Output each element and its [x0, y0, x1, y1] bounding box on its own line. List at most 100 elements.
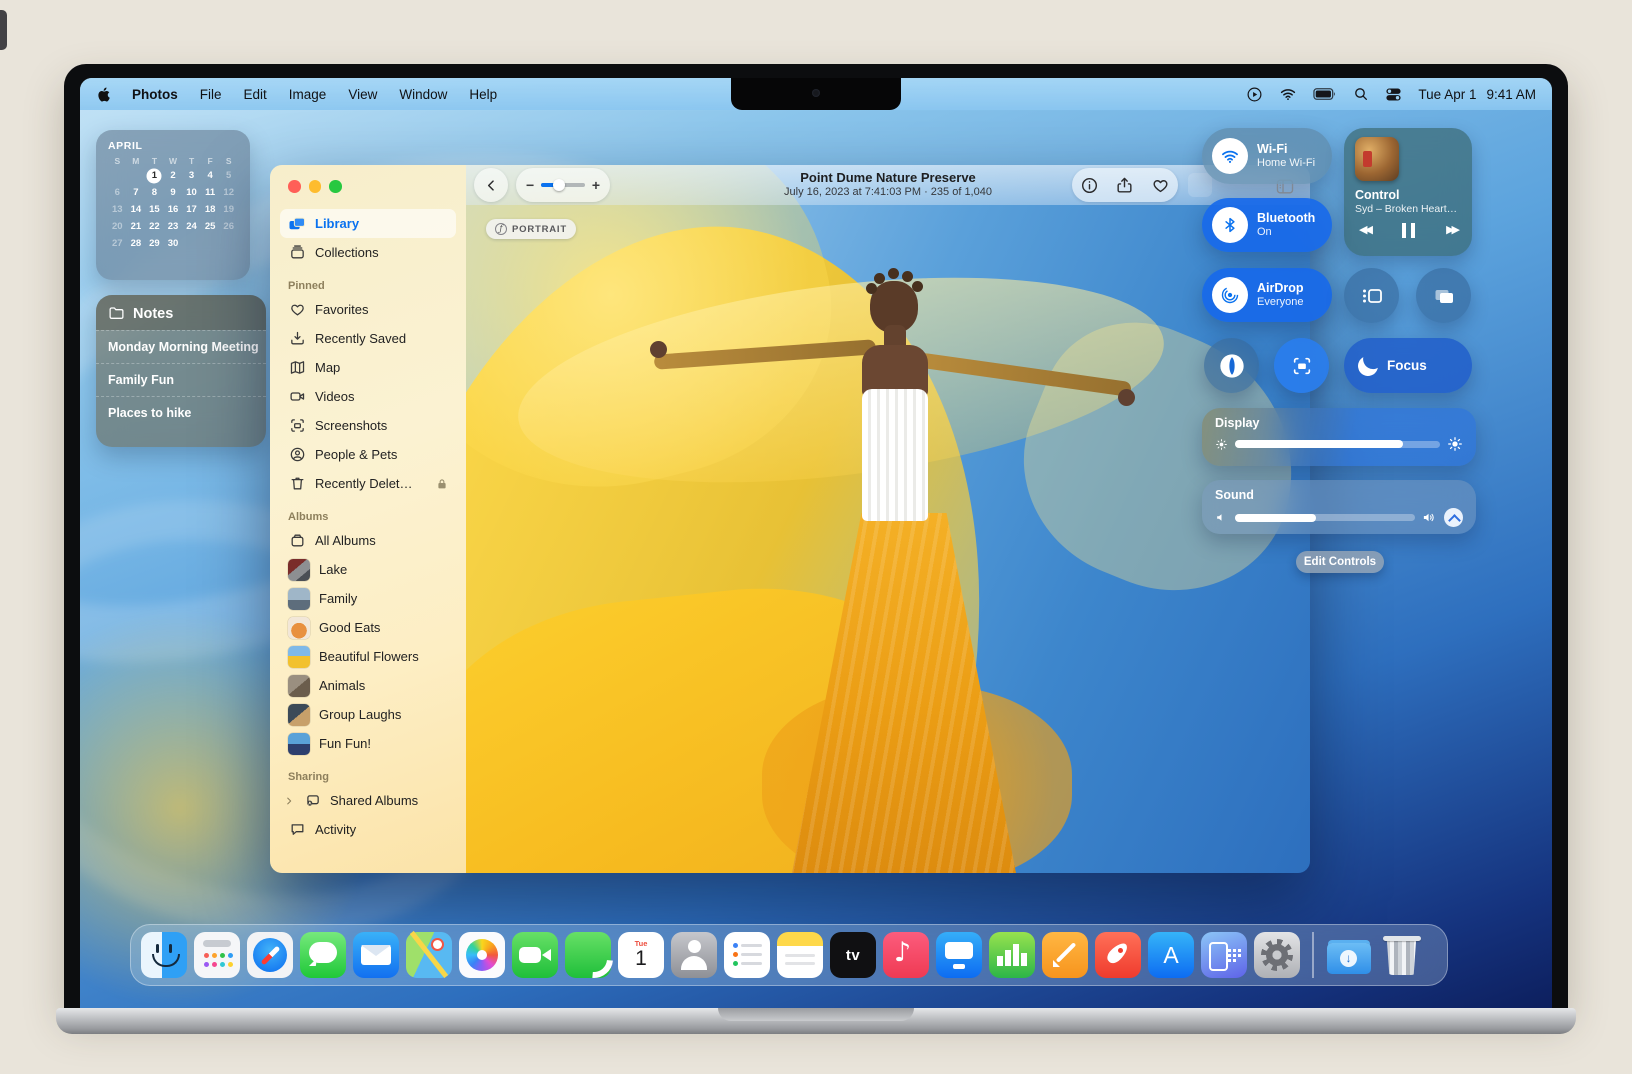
- minimize-button[interactable]: [309, 180, 322, 193]
- menu-item-window[interactable]: Window: [399, 87, 447, 102]
- menu-item-help[interactable]: Help: [469, 87, 497, 102]
- chevron-right-icon[interactable]: [284, 796, 294, 806]
- dock-app-apple-tv[interactable]: tv: [830, 932, 876, 978]
- stage-manager-button[interactable]: [1344, 268, 1399, 323]
- sidebar-item-recently-delet[interactable]: Recently Delet…: [280, 469, 456, 498]
- sidebar-item-library[interactable]: Library: [280, 209, 456, 238]
- now-playing-widget[interactable]: Control Syd – Broken Heart… ◀◀ ▶▶: [1344, 128, 1472, 256]
- sidebar-item-collections[interactable]: Collections: [280, 238, 456, 267]
- sidebar-item-fun-fun[interactable]: Fun Fun!: [280, 729, 456, 758]
- sidebar-item-all-albums[interactable]: All Albums: [280, 526, 456, 555]
- accessibility-button[interactable]: [1204, 338, 1259, 393]
- forward-icon[interactable]: ▶▶: [1446, 225, 1457, 236]
- sound-control[interactable]: Sound: [1202, 480, 1476, 534]
- sidebar-item-people-pets[interactable]: People & Pets: [280, 440, 456, 469]
- sidebar-item-animals[interactable]: Animals: [280, 671, 456, 700]
- share-icon[interactable]: [1115, 176, 1134, 195]
- dock-app-reminders[interactable]: [724, 932, 770, 978]
- rewind-icon[interactable]: ◀◀: [1359, 225, 1370, 236]
- zoom-out-label[interactable]: −: [526, 178, 534, 192]
- dock-app-maps[interactable]: [406, 932, 452, 978]
- date-label: Tue Apr 1: [1418, 87, 1476, 102]
- calendar-grid: SMTWTFS123456789101112131415161718192021…: [108, 156, 238, 251]
- dock-app-calendar[interactable]: Tue1: [618, 932, 664, 978]
- screen-mirroring-icon: [1432, 284, 1456, 308]
- spotlight-search-icon[interactable]: [1353, 86, 1369, 102]
- dock-app-contacts[interactable]: [671, 932, 717, 978]
- brightness-slider[interactable]: [1235, 441, 1440, 448]
- portrait-badge[interactable]: ƒ PORTRAIT: [486, 219, 576, 239]
- sidebar-item-group-laughs[interactable]: Group Laughs: [280, 700, 456, 729]
- sound-expand-button[interactable]: [1444, 508, 1463, 527]
- dock-app-photos[interactable]: [459, 932, 505, 978]
- calendar-widget[interactable]: APRIL SMTWTFS123456789101112131415161718…: [96, 130, 250, 280]
- menu-bar-clock[interactable]: Tue Apr 1 9:41 AM: [1418, 87, 1536, 102]
- sidebar-item-map[interactable]: Map: [280, 353, 456, 382]
- dock-app-app-store[interactable]: A: [1148, 932, 1194, 978]
- zoom-in-label[interactable]: +: [592, 178, 600, 192]
- note-item-places-to-hike[interactable]: Places to hike: [96, 396, 266, 429]
- display-control[interactable]: Display: [1202, 408, 1476, 466]
- sidebar-item-videos[interactable]: Videos: [280, 382, 456, 411]
- dock-app-downloads[interactable]: [1326, 932, 1372, 978]
- info-icon[interactable]: [1080, 176, 1099, 195]
- dock-app-safari[interactable]: [247, 932, 293, 978]
- dock-app-notes[interactable]: [777, 932, 823, 978]
- dock-app-messages[interactable]: [300, 932, 346, 978]
- dock-app-pages[interactable]: [1042, 932, 1088, 978]
- dock-app-numbers[interactable]: [989, 932, 1035, 978]
- menu-item-view[interactable]: View: [348, 87, 377, 102]
- dock-app-system-settings[interactable]: [1254, 932, 1300, 978]
- calendar-day: 7: [127, 185, 146, 200]
- dock-app-launchpad[interactable]: [194, 932, 240, 978]
- menu-item-file[interactable]: File: [200, 87, 222, 102]
- zoom-slider[interactable]: − +: [516, 168, 610, 202]
- control-center-icon[interactable]: [1385, 86, 1402, 103]
- notes-widget[interactable]: Notes Monday Morning MeetingFamily FunPl…: [96, 295, 266, 447]
- screen-mirroring-button[interactable]: [1416, 268, 1471, 323]
- sidebar-item-beautiful-flowers[interactable]: Beautiful Flowers: [280, 642, 456, 671]
- note-item-monday-morning-meeting[interactable]: Monday Morning Meeting: [96, 330, 266, 363]
- sidebar-item-lake[interactable]: Lake: [280, 555, 456, 584]
- dock-app-finder[interactable]: [141, 932, 187, 978]
- battery-icon[interactable]: [1313, 87, 1337, 101]
- sidebar-item-activity[interactable]: Activity: [280, 815, 456, 844]
- dock-app-trash[interactable]: [1379, 932, 1425, 978]
- apple-menu-icon[interactable]: [96, 86, 110, 103]
- sidebar-item-screenshots[interactable]: Screenshots: [280, 411, 456, 440]
- active-app-menu[interactable]: Photos: [132, 87, 178, 102]
- sidebar-item-family[interactable]: Family: [280, 584, 456, 613]
- volume-slider[interactable]: [1235, 514, 1415, 521]
- now-playing-icon[interactable]: [1246, 86, 1263, 103]
- zoom-track[interactable]: [541, 183, 585, 187]
- back-button[interactable]: [474, 168, 508, 202]
- close-button[interactable]: [288, 180, 301, 193]
- dock-app-keynote[interactable]: [936, 932, 982, 978]
- menu-item-edit[interactable]: Edit: [244, 87, 267, 102]
- menu-item-image[interactable]: Image: [289, 87, 327, 102]
- dock-app-mail[interactable]: [353, 932, 399, 978]
- dock-app-music[interactable]: [883, 932, 929, 978]
- focus-control[interactable]: Focus: [1344, 338, 1472, 393]
- lid-scoop: [718, 1008, 914, 1021]
- dock-app-facetime[interactable]: [512, 932, 558, 978]
- edit-controls-button[interactable]: Edit Controls: [1296, 551, 1384, 573]
- dock-app-phone[interactable]: [565, 932, 611, 978]
- note-item-family-fun[interactable]: Family Fun: [96, 363, 266, 396]
- sidebar-item-good-eats[interactable]: Good Eats: [280, 613, 456, 642]
- wifi-status-icon[interactable]: [1279, 85, 1297, 103]
- dock-app-rocket-app[interactable]: [1095, 932, 1141, 978]
- bluetooth-control[interactable]: Bluetooth On: [1202, 198, 1332, 252]
- airdrop-control[interactable]: AirDrop Everyone: [1202, 268, 1332, 322]
- favorite-icon[interactable]: [1151, 176, 1170, 195]
- zoom-knob[interactable]: [553, 179, 565, 191]
- zoom-button[interactable]: [329, 180, 342, 193]
- sidebar-item-recently-saved[interactable]: Recently Saved: [280, 324, 456, 353]
- screenshot-button[interactable]: [1274, 338, 1329, 393]
- edit-icon[interactable]: [1188, 173, 1212, 197]
- wifi-control[interactable]: Wi-Fi Home Wi-Fi: [1202, 128, 1332, 184]
- dock-app-iphone-mirroring[interactable]: [1201, 932, 1247, 978]
- pause-icon[interactable]: [1402, 223, 1415, 238]
- sidebar-item-shared-albums[interactable]: Shared Albums: [280, 786, 456, 815]
- sidebar-item-favorites[interactable]: Favorites: [280, 295, 456, 324]
